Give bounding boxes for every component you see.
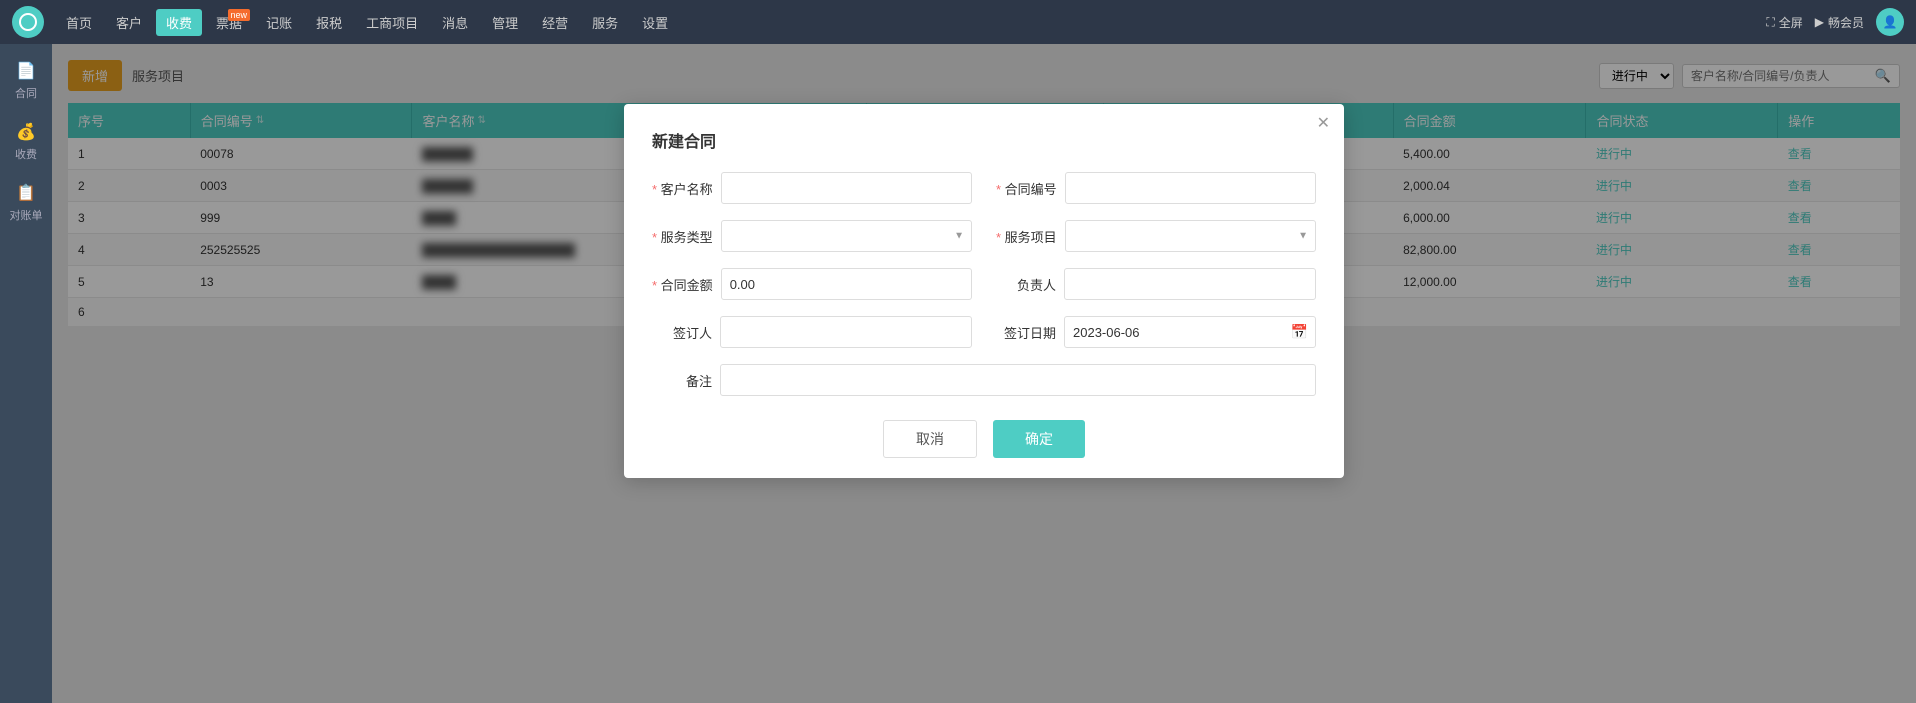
content-area: 新增 服务项目 进行中 🔍 序号 合同编号 — [52, 44, 1916, 703]
nav-item-settings[interactable]: 设置 — [632, 9, 678, 36]
customer-name-label: 客户名称 — [652, 179, 713, 198]
form-row-service-item: 服务项目 ▼ — [996, 220, 1316, 252]
avatar[interactable]: 👤 — [1876, 8, 1904, 36]
form-row-sign-date: 签订日期 📅 — [996, 316, 1316, 348]
form-row-customer-name: 客户名称 — [652, 172, 972, 204]
nav-item-fee[interactable]: 收费 — [156, 9, 202, 36]
remark-input[interactable] — [720, 364, 1316, 396]
main-layout: 📄 合同 💰 收费 📋 对账单 新增 服务项目 进行中 🔍 — [0, 44, 1916, 703]
top-navigation: 首页 客户 收费 票据 new 记账 报税 工商项目 消息 管理 经营 服务 设… — [0, 0, 1916, 44]
sign-date-wrapper: 📅 — [1064, 316, 1316, 348]
sign-date-input[interactable] — [1064, 316, 1316, 348]
nav-item-home[interactable]: 首页 — [56, 9, 102, 36]
sidebar-item-fee[interactable]: 💰 收费 — [0, 113, 52, 170]
confirm-button[interactable]: 确定 — [993, 420, 1085, 458]
modal-footer: 取消 确定 — [652, 420, 1316, 458]
nav-item-bookkeeping[interactable]: 记账 — [256, 9, 302, 36]
service-type-select[interactable] — [721, 220, 972, 252]
app-logo — [12, 6, 44, 38]
service-type-wrapper: ▼ — [721, 220, 972, 252]
fullscreen-button[interactable]: ⛶ 全屏 — [1766, 14, 1802, 31]
nav-item-operation[interactable]: 经营 — [532, 9, 578, 36]
reconciliation-icon: 📋 — [15, 182, 37, 204]
responsible-label: 负责人 — [996, 275, 1056, 294]
responsible-input[interactable] — [1064, 268, 1316, 300]
nav-item-biz[interactable]: 工商项目 — [356, 9, 428, 36]
sidebar: 📄 合同 💰 收费 📋 对账单 — [0, 44, 52, 703]
customer-name-input[interactable] — [721, 172, 972, 204]
remark-label: 备注 — [652, 371, 712, 390]
service-type-label: 服务类型 — [652, 227, 713, 246]
form-row-service-type: 服务类型 ▼ — [652, 220, 972, 252]
form-grid: 客户名称 合同编号 服务类型 ▼ — [652, 172, 1316, 396]
service-item-label: 服务项目 — [996, 227, 1057, 246]
contract-no-input[interactable] — [1065, 172, 1316, 204]
play-icon: ▶ — [1815, 15, 1824, 29]
fullscreen-icon: ⛶ — [1766, 15, 1774, 30]
contract-amount-label: 合同金额 — [652, 275, 713, 294]
contract-icon: 📄 — [15, 60, 37, 82]
signer-input[interactable] — [720, 316, 972, 348]
contract-amount-input[interactable] — [721, 268, 972, 300]
nav-item-message[interactable]: 消息 — [432, 9, 478, 36]
modal-title: 新建合同 — [652, 128, 1316, 152]
sidebar-item-contract[interactable]: 📄 合同 — [0, 52, 52, 109]
new-badge: new — [228, 9, 251, 22]
form-row-remark: 备注 — [652, 364, 1316, 396]
nav-right: ⛶ 全屏 ▶ 畅会员 👤 — [1766, 8, 1904, 36]
sign-date-label: 签订日期 — [996, 323, 1056, 342]
nav-item-manage[interactable]: 管理 — [482, 9, 528, 36]
fee-icon: 💰 — [15, 121, 37, 143]
form-row-responsible: 负责人 — [996, 268, 1316, 300]
service-item-wrapper: ▼ — [1065, 220, 1316, 252]
form-row-signer: 签订人 — [652, 316, 972, 348]
cancel-button[interactable]: 取消 — [883, 420, 977, 458]
service-item-select[interactable] — [1065, 220, 1316, 252]
nav-item-service[interactable]: 服务 — [582, 9, 628, 36]
nav-item-bill[interactable]: 票据 new — [206, 9, 252, 36]
modal-overlay: 新建合同 ✕ 客户名称 合同编号 服务类型 — [52, 44, 1916, 703]
signer-label: 签订人 — [652, 323, 712, 342]
modal-close-button[interactable]: ✕ — [1317, 116, 1330, 132]
contract-no-label: 合同编号 — [996, 179, 1057, 198]
member-button[interactable]: ▶ 畅会员 — [1815, 14, 1864, 31]
sidebar-item-reconciliation[interactable]: 📋 对账单 — [0, 174, 52, 231]
nav-item-customer[interactable]: 客户 — [106, 9, 152, 36]
form-row-contract-amount: 合同金额 — [652, 268, 972, 300]
nav-item-tax[interactable]: 报税 — [306, 9, 352, 36]
form-row-contract-no: 合同编号 — [996, 172, 1316, 204]
new-contract-modal: 新建合同 ✕ 客户名称 合同编号 服务类型 — [624, 104, 1344, 478]
